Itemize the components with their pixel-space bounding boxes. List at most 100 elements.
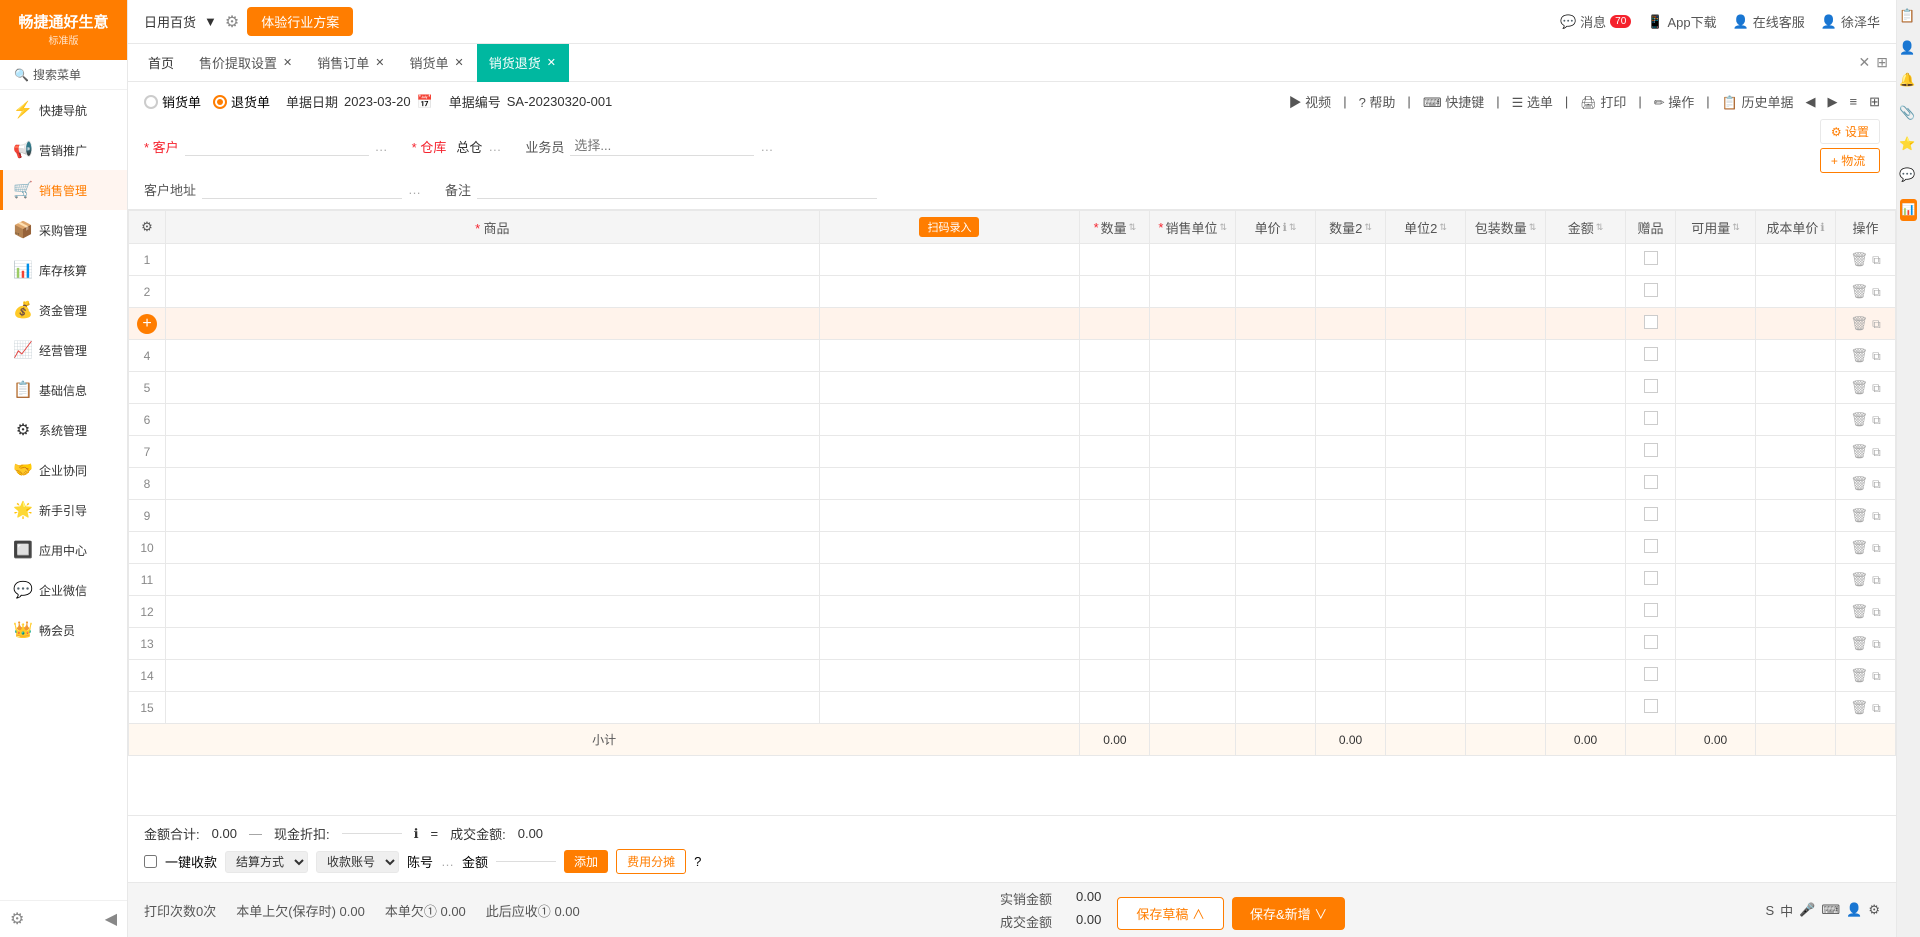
row-product[interactable] — [166, 564, 820, 596]
row-amount[interactable] — [1546, 564, 1626, 596]
copy-row-button[interactable]: ⧉ — [1872, 605, 1881, 619]
tab-close-icon[interactable]: ✕ — [455, 56, 464, 69]
row-pack[interactable] — [1466, 372, 1546, 404]
row-unit[interactable] — [1150, 436, 1236, 468]
messages-btn[interactable]: 💬 消息 70 — [1560, 12, 1631, 31]
save-draft-button[interactable]: 保存草稿 ∧ — [1117, 897, 1224, 930]
sidebar-item-purchase[interactable]: 📦 采购管理 — [0, 210, 127, 250]
row-qty2[interactable] — [1316, 244, 1386, 276]
copy-row-button[interactable]: ⧉ — [1872, 413, 1881, 427]
nav-prev[interactable]: ◀ — [1806, 94, 1816, 110]
row-amount[interactable] — [1546, 660, 1626, 692]
sidebar-item-sales[interactable]: 🛒 销售管理 — [0, 170, 127, 210]
gift-checkbox[interactable] — [1644, 667, 1658, 681]
product-input[interactable] — [174, 380, 811, 395]
delete-row-button[interactable]: 🗑 — [1850, 251, 1868, 267]
tab-close-icon-active[interactable]: ✕ — [547, 56, 556, 69]
row-qty[interactable] — [1080, 340, 1150, 372]
sidebar-item-apps[interactable]: 🔲 应用中心 — [0, 530, 127, 570]
row-price[interactable] — [1236, 436, 1316, 468]
gift-checkbox[interactable] — [1644, 699, 1658, 713]
row-qty2[interactable] — [1316, 404, 1386, 436]
row-gift[interactable] — [1626, 596, 1676, 628]
row-unit2[interactable] — [1386, 564, 1466, 596]
tab-sales-order[interactable]: 销售订单 ✕ — [305, 44, 397, 82]
staff-input[interactable] — [570, 136, 754, 156]
row-gift[interactable] — [1626, 244, 1676, 276]
row-product[interactable] — [166, 532, 820, 564]
product-input[interactable] — [174, 444, 811, 459]
gift-checkbox[interactable] — [1644, 283, 1658, 297]
row-qty2[interactable] — [1316, 628, 1386, 660]
copy-row-button[interactable]: ⧉ — [1872, 477, 1881, 491]
copy-row-button[interactable]: ⧉ — [1872, 381, 1881, 395]
row-unit2[interactable] — [1386, 308, 1466, 340]
row-amount[interactable] — [1546, 468, 1626, 500]
row-unit2[interactable] — [1386, 628, 1466, 660]
action-print[interactable]: 🖨 打印 — [1580, 92, 1626, 111]
copy-row-button[interactable]: ⧉ — [1872, 637, 1881, 651]
row-price[interactable] — [1236, 532, 1316, 564]
row-amount[interactable] — [1546, 692, 1626, 724]
row-qty[interactable] — [1080, 596, 1150, 628]
row-amount[interactable] — [1546, 532, 1626, 564]
tab-close-icon[interactable]: ✕ — [375, 56, 384, 69]
row-qty2[interactable] — [1316, 308, 1386, 340]
cost-info-icon[interactable]: ℹ — [1820, 221, 1824, 234]
gift-checkbox[interactable] — [1644, 475, 1658, 489]
row-product[interactable] — [166, 692, 820, 724]
row-price[interactable] — [1236, 372, 1316, 404]
view-list[interactable]: ≡ — [1850, 94, 1858, 109]
sidebar-item-finance[interactable]: 💰 资金管理 — [0, 290, 127, 330]
row-pack[interactable] — [1466, 244, 1546, 276]
panel-icon-3[interactable]: 🔔 — [1901, 72, 1916, 88]
fee-btn[interactable]: 费用分摊 — [616, 849, 686, 874]
row-product[interactable] — [166, 468, 820, 500]
row-gift[interactable] — [1626, 372, 1676, 404]
copy-row-button[interactable]: ⧉ — [1872, 509, 1881, 523]
gift-checkbox[interactable] — [1644, 603, 1658, 617]
amount-input[interactable] — [496, 861, 556, 862]
row-unit2[interactable] — [1386, 340, 1466, 372]
row-gift[interactable] — [1626, 276, 1676, 308]
product-input[interactable] — [174, 700, 811, 715]
delete-row-button[interactable]: 🗑 — [1850, 635, 1868, 651]
row-qty2[interactable] — [1316, 276, 1386, 308]
product-input[interactable] — [174, 252, 811, 267]
sort-icon[interactable]: ⇅ — [1732, 222, 1740, 233]
row-product[interactable] — [166, 436, 820, 468]
sort-icon[interactable]: ⇅ — [1596, 222, 1604, 233]
row-pack[interactable] — [1466, 660, 1546, 692]
row-pack[interactable] — [1466, 564, 1546, 596]
row-unit[interactable] — [1150, 308, 1236, 340]
delete-row-button[interactable]: 🗑 — [1850, 539, 1868, 555]
row-product[interactable] — [166, 276, 820, 308]
row-price[interactable] — [1236, 596, 1316, 628]
action-help[interactable]: ? 帮助 — [1359, 92, 1396, 111]
row-product[interactable] — [166, 500, 820, 532]
row-qty2[interactable] — [1316, 500, 1386, 532]
row-price[interactable] — [1236, 468, 1316, 500]
row-unit[interactable] — [1150, 564, 1236, 596]
radio-sales[interactable]: 销货单 — [144, 92, 201, 111]
row-pack[interactable] — [1466, 404, 1546, 436]
row-gift[interactable] — [1626, 660, 1676, 692]
row-price[interactable] — [1236, 276, 1316, 308]
row-unit2[interactable] — [1386, 276, 1466, 308]
row-qty2[interactable] — [1316, 468, 1386, 500]
row-unit[interactable] — [1150, 660, 1236, 692]
row-unit2[interactable] — [1386, 660, 1466, 692]
tab-price-setup[interactable]: 售价提取设置 ✕ — [187, 44, 305, 82]
user-profile-btn[interactable]: 👤 徐泽华 — [1821, 12, 1880, 31]
copy-row-button[interactable]: ⧉ — [1872, 445, 1881, 459]
row-pack[interactable] — [1466, 436, 1546, 468]
panel-icon-2[interactable]: 👤 — [1901, 40, 1916, 56]
action-video[interactable]: ▶ 视频 — [1289, 92, 1332, 111]
row-amount[interactable] — [1546, 308, 1626, 340]
delete-row-button[interactable]: 🗑 — [1850, 507, 1868, 523]
sort-icon[interactable]: ⇅ — [1439, 222, 1447, 233]
row-qty2[interactable] — [1316, 340, 1386, 372]
delete-row-button[interactable]: 🗑 — [1850, 699, 1868, 715]
action-ops[interactable]: ✏ 操作 — [1654, 92, 1695, 111]
copy-row-button[interactable]: ⧉ — [1872, 349, 1881, 363]
